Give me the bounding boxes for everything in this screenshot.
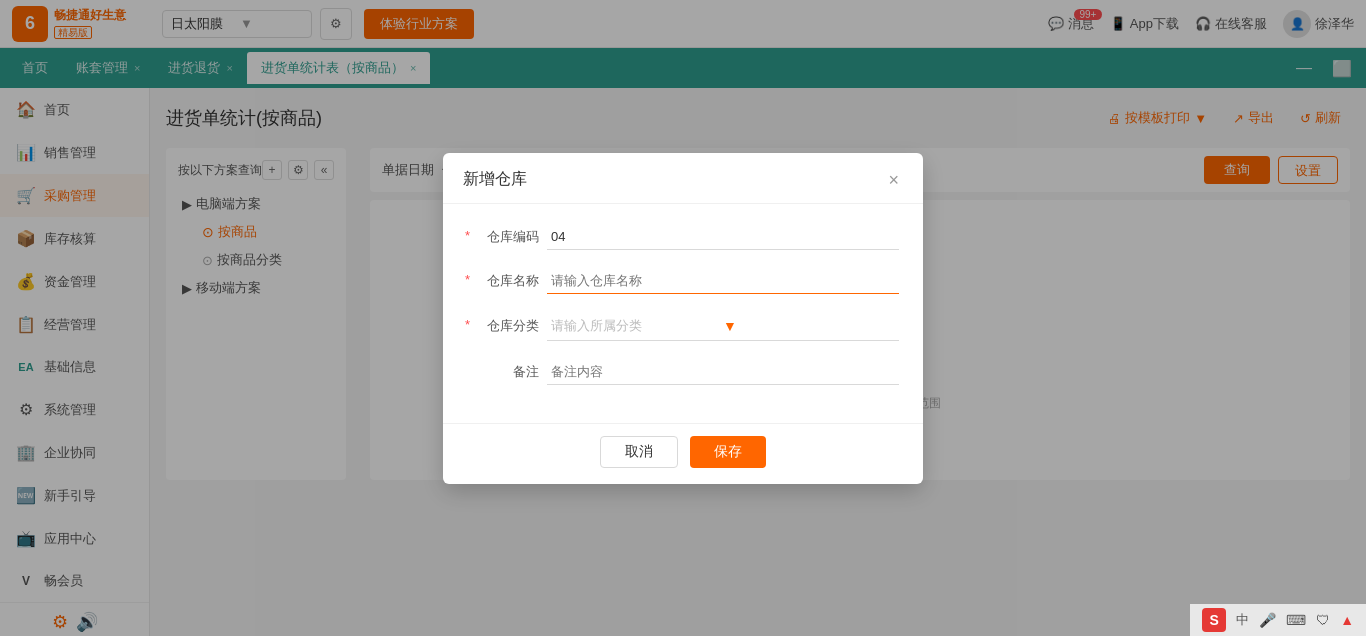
dialog-title: 新增仓库 [463, 169, 527, 190]
warehouse-name-row: 仓库名称 [467, 268, 899, 294]
taskbar-icon-2[interactable]: ▲ [1340, 612, 1354, 628]
warehouse-code-row: 仓库编码 [467, 224, 899, 250]
warehouse-code-input[interactable] [547, 224, 899, 250]
warehouse-category-select[interactable]: 请输入所属分类 ▼ [547, 312, 899, 341]
s-logo: S [1202, 608, 1226, 632]
keyboard-icon[interactable]: ⌨ [1286, 612, 1306, 628]
warehouse-note-label: 备注 [467, 363, 547, 381]
warehouse-category-label: 仓库分类 [467, 317, 547, 335]
warehouse-category-row: 仓库分类 请输入所属分类 ▼ [467, 312, 899, 341]
dialog-footer: 取消 保存 [443, 423, 923, 484]
category-dropdown-icon: ▼ [723, 318, 895, 334]
warehouse-name-input[interactable] [547, 268, 899, 294]
taskbar-icon-1[interactable]: 🛡 [1316, 612, 1330, 628]
mic-icon[interactable]: 🎤 [1259, 612, 1276, 628]
cancel-button[interactable]: 取消 [600, 436, 678, 468]
dialog-close-button[interactable]: × [884, 169, 903, 191]
dialog-header: 新增仓库 × [443, 153, 923, 204]
warehouse-code-label: 仓库编码 [467, 228, 547, 246]
input-method-zh[interactable]: 中 [1236, 611, 1249, 629]
warehouse-note-input[interactable] [547, 359, 899, 385]
warehouse-name-label: 仓库名称 [467, 272, 547, 290]
save-button[interactable]: 保存 [690, 436, 766, 468]
dialog-body: 仓库编码 仓库名称 仓库分类 请输入所属分类 ▼ 备注 [443, 204, 923, 423]
modal-overlay[interactable]: 新增仓库 × 仓库编码 仓库名称 仓库分类 请输入所属分类 ▼ [0, 0, 1366, 636]
add-warehouse-dialog: 新增仓库 × 仓库编码 仓库名称 仓库分类 请输入所属分类 ▼ [443, 153, 923, 484]
bottom-status-bar: S 中 🎤 ⌨ 🛡 ▲ [1190, 604, 1366, 636]
warehouse-note-row: 备注 [467, 359, 899, 385]
